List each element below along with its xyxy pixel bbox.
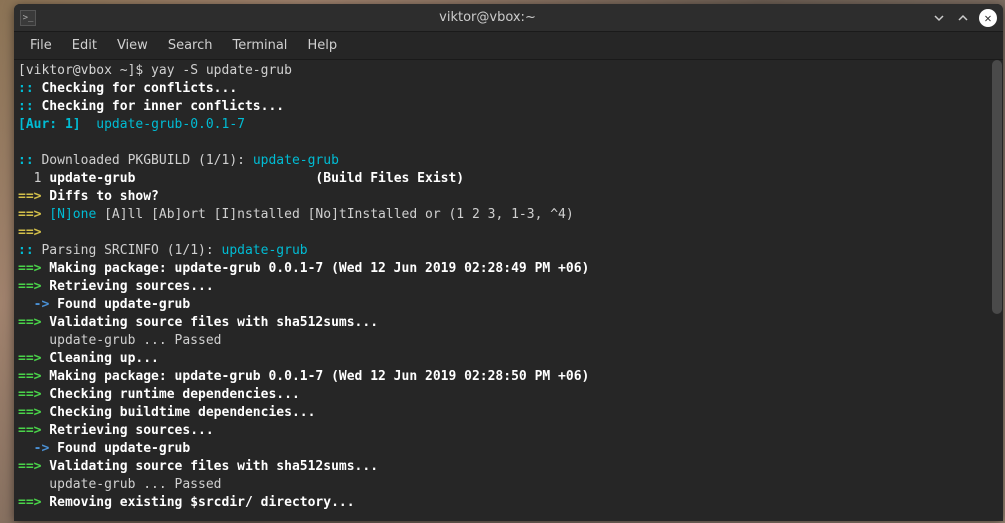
arrow-marker: ==> bbox=[18, 423, 41, 438]
menu-view[interactable]: View bbox=[109, 34, 156, 57]
maximize-button[interactable] bbox=[955, 10, 971, 26]
marker: :: bbox=[18, 153, 41, 168]
arrow-marker: ==> bbox=[18, 207, 41, 222]
output-text: update-grub ... Passed bbox=[18, 477, 222, 492]
arrow-marker: ==> bbox=[18, 225, 41, 240]
titlebar[interactable]: >_ viktor@vbox:~ ✕ bbox=[14, 4, 1003, 32]
arrow-marker: ==> bbox=[18, 405, 41, 420]
arrow-marker: ==> bbox=[18, 351, 41, 366]
menu-terminal[interactable]: Terminal bbox=[224, 34, 295, 57]
build-status: (Build Files Exist) bbox=[315, 171, 464, 186]
scrollbar[interactable] bbox=[991, 60, 1003, 521]
output-text: Checking buildtime dependencies... bbox=[41, 405, 315, 420]
package-name: update-grub bbox=[49, 171, 135, 186]
menu-edit[interactable]: Edit bbox=[64, 34, 105, 57]
output-text: Parsing SRCINFO (1/1): bbox=[41, 243, 221, 258]
arrow-marker: ==> bbox=[18, 189, 41, 204]
arrow-marker: ==> bbox=[18, 459, 41, 474]
marker: :: bbox=[18, 99, 41, 114]
padding bbox=[135, 171, 315, 186]
aur-label: [Aur: 1] bbox=[18, 117, 81, 132]
terminal-output[interactable]: [viktor@vbox ~]$ yay -S update-grub:: Ch… bbox=[14, 60, 1003, 521]
output-text: Validating source files with sha512sums.… bbox=[41, 315, 378, 330]
minimize-button[interactable] bbox=[931, 10, 947, 26]
output-text: Downloaded PKGBUILD (1/1): bbox=[41, 153, 252, 168]
output-text: update-grub ... Passed bbox=[18, 333, 222, 348]
arrow-marker: ==> bbox=[18, 279, 41, 294]
menu-file[interactable]: File bbox=[22, 34, 60, 57]
arrow-marker: ==> bbox=[18, 315, 41, 330]
output-text: Checking for conflicts... bbox=[41, 81, 237, 96]
list-number: 1 bbox=[18, 171, 49, 186]
output-text: Making package: update-grub 0.0.1-7 (Wed… bbox=[41, 369, 589, 384]
output-text: Retrieving sources... bbox=[41, 423, 213, 438]
command-text: yay -S update-grub bbox=[143, 63, 292, 78]
output-text: Checking runtime dependencies... bbox=[41, 387, 299, 402]
output-text: Validating source files with sha512sums.… bbox=[41, 459, 378, 474]
option-none: [N]one bbox=[41, 207, 96, 222]
close-button[interactable]: ✕ bbox=[979, 9, 997, 27]
output-text: Removing existing $srcdir/ directory... bbox=[41, 495, 354, 510]
output-text: Found update-grub bbox=[49, 441, 190, 456]
menubar: File Edit View Search Terminal Help bbox=[14, 32, 1003, 60]
output-text: Found update-grub bbox=[49, 297, 190, 312]
package-name: update-grub bbox=[222, 243, 308, 258]
options-text: [A]ll [Ab]ort [I]nstalled [No]tInstalled… bbox=[96, 207, 573, 222]
arrow-marker: ==> bbox=[18, 369, 41, 384]
prompt-question: Diffs to show? bbox=[41, 189, 158, 204]
output-text: Cleaning up... bbox=[41, 351, 158, 366]
sub-arrow-marker: -> bbox=[18, 441, 49, 456]
marker: :: bbox=[18, 81, 41, 96]
menu-search[interactable]: Search bbox=[160, 34, 221, 57]
output-text: Retrieving sources... bbox=[41, 279, 213, 294]
prompt: [viktor@vbox ~]$ bbox=[18, 63, 143, 78]
window-title: viktor@vbox:~ bbox=[44, 10, 931, 25]
output-text: Making package: update-grub 0.0.1-7 (Wed… bbox=[41, 261, 589, 276]
output-text: Checking for inner conflicts... bbox=[41, 99, 284, 114]
window-controls: ✕ bbox=[931, 9, 997, 27]
package-name: update-grub bbox=[253, 153, 339, 168]
marker: :: bbox=[18, 243, 41, 258]
arrow-marker: ==> bbox=[18, 387, 41, 402]
sub-arrow-marker: -> bbox=[18, 297, 49, 312]
scrollbar-thumb[interactable] bbox=[992, 60, 1002, 314]
menu-help[interactable]: Help bbox=[299, 34, 345, 57]
package-name: update-grub-0.0.1-7 bbox=[81, 117, 245, 132]
app-icon: >_ bbox=[20, 10, 36, 26]
arrow-marker: ==> bbox=[18, 261, 41, 276]
terminal-window: >_ viktor@vbox:~ ✕ File Edit View Search… bbox=[14, 4, 1003, 521]
arrow-marker: ==> bbox=[18, 495, 41, 510]
